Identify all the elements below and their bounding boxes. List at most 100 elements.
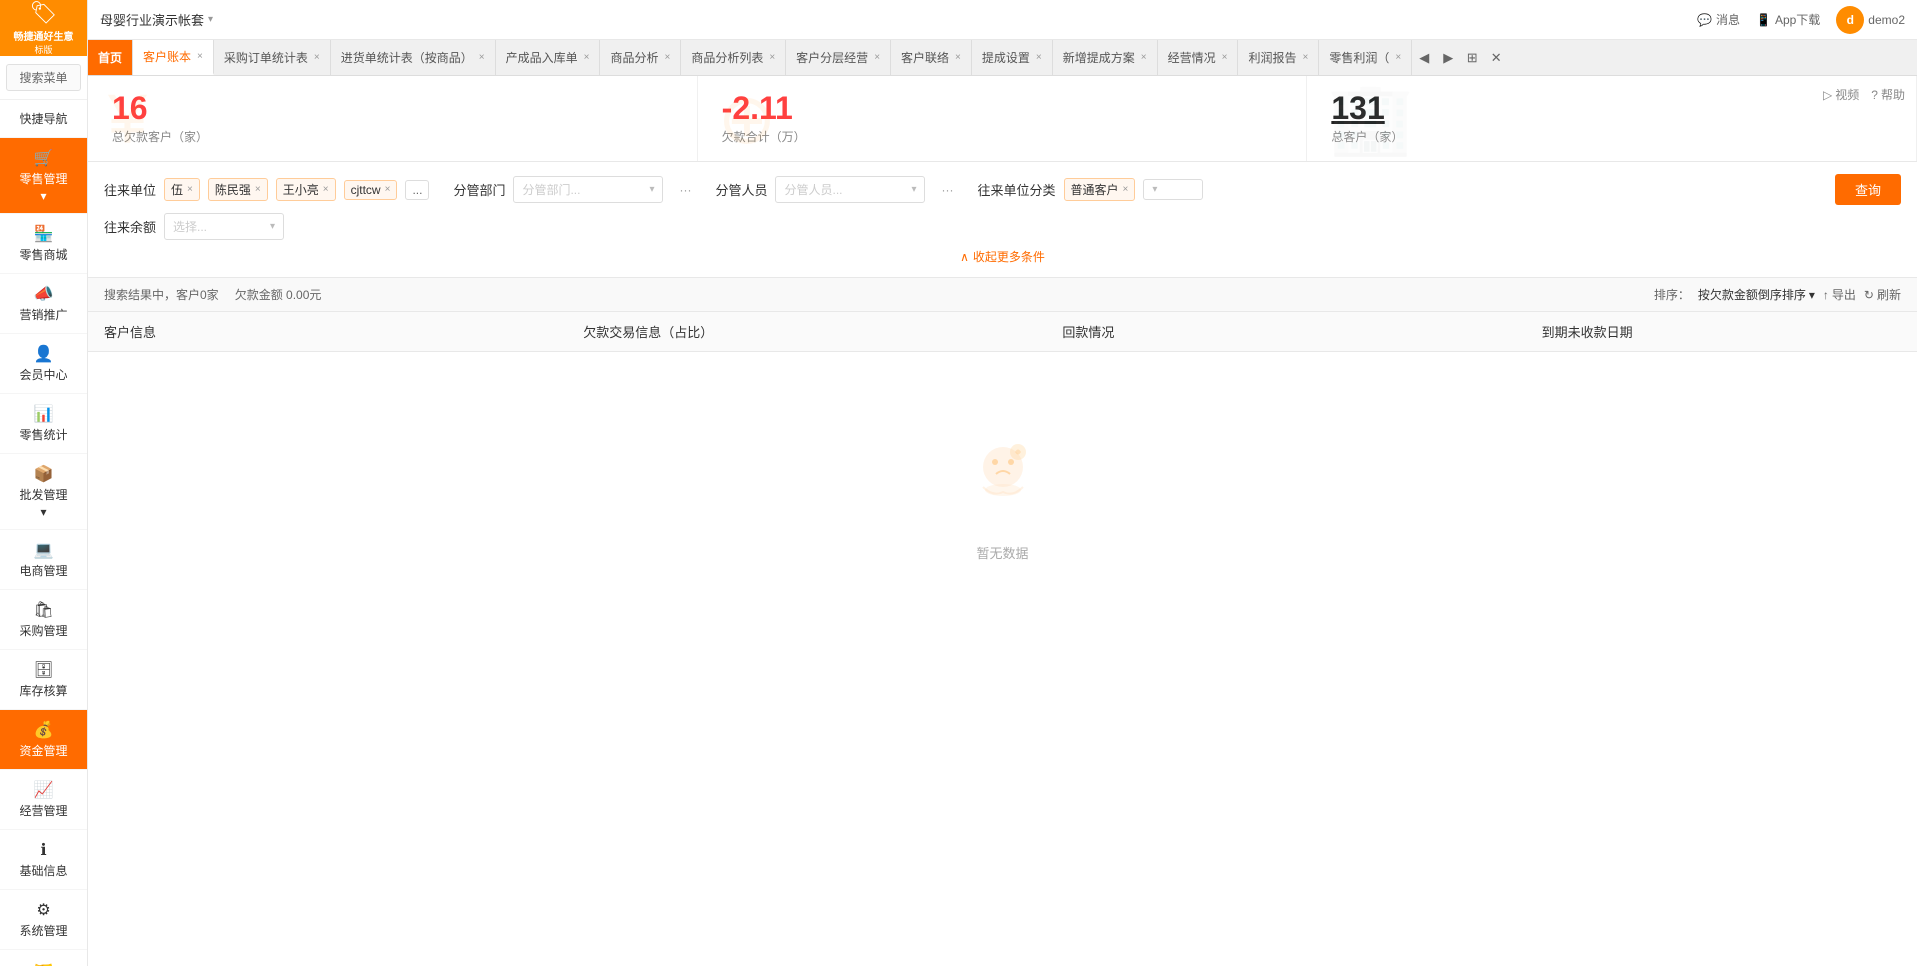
person-more-button[interactable]: ··· [933, 179, 961, 201]
sidebar-item-inventory[interactable]: 🗄 库存核算 [0, 650, 87, 710]
operations-label: 经营管理 [19, 802, 67, 819]
filter-tag-4-text: cjttcw [351, 183, 381, 197]
sidebar-item-operations[interactable]: 📈 经营管理 [0, 770, 87, 830]
sidebar-item-system[interactable]: ⚙ 系统管理 [0, 890, 87, 950]
main-area: 母婴行业演示帐套 ▾ 💬 消息 📱 App下载 d demo2 首页 客户账本 … [88, 0, 1917, 966]
tab-customer-book-close[interactable]: × [197, 51, 203, 62]
person-select[interactable]: 分管人员... ▾ [775, 176, 925, 203]
empty-text: 暂无数据 [976, 543, 1028, 562]
tab-submit-settings[interactable]: 提成设置 × [972, 40, 1053, 75]
tab-prev-button[interactable]: ◀ [1412, 40, 1436, 75]
query-button[interactable]: 查询 [1835, 174, 1901, 205]
help-button[interactable]: ? 帮助 [1871, 86, 1905, 103]
wholesale-icon: 📦 [34, 464, 54, 484]
org-selector[interactable]: 母婴行业演示帐套 ▾ [100, 10, 213, 29]
sidebar-item-retail-mgmt[interactable]: 🛒 零售管理 ▾ [0, 138, 87, 214]
tab-customer-book-label: 客户账本 [143, 48, 191, 65]
tab-profit-report-close[interactable]: × [1302, 52, 1308, 63]
video-button[interactable]: ▷ 视频 [1823, 86, 1859, 103]
tab-cost-inbound[interactable]: 产成品入库单 × [496, 40, 601, 75]
result-summary: 搜索结果中，客户0家 [104, 286, 219, 303]
app-download-button[interactable]: 📱 App下载 [1756, 11, 1820, 28]
marketing-icon: 📣 [34, 284, 54, 304]
tab-customer-contact-close[interactable]: × [955, 52, 961, 63]
tab-new-solution[interactable]: 新增提成方案 × [1053, 40, 1158, 75]
tab-profit-report-label: 利润报告 [1248, 49, 1296, 66]
balance-select[interactable]: 选择... ▾ [164, 213, 284, 240]
filter-tag-1-close[interactable]: × [187, 184, 193, 195]
inventory-icon: 🗄 [33, 660, 53, 680]
tab-profit-report[interactable]: 利润报告 × [1238, 40, 1319, 75]
tab-product-analysis-list[interactable]: 商品分析列表 × [681, 40, 786, 75]
tab-customer-contact[interactable]: 客户联络 × [891, 40, 972, 75]
category-tag-1-close[interactable]: × [1123, 184, 1129, 195]
sidebar-item-purchase[interactable]: 🛍 采购管理 [0, 590, 87, 650]
tab-customer-segment[interactable]: 客户分层经营 × [786, 40, 891, 75]
tab-operation-status-close[interactable]: × [1222, 52, 1228, 63]
sidebar-item-ecommerce[interactable]: 💻 电商管理 [0, 530, 87, 590]
collapse-icon: ∧ [960, 250, 969, 264]
sidebar-item-capital-mgmt[interactable]: 💰 资金管理 [0, 710, 87, 770]
filter-tag-2-close[interactable]: × [255, 184, 261, 195]
org-unit-filter-label: 往来单位 [104, 180, 156, 199]
sidebar-item-wholesale-mgmt[interactable]: 📦 批发管理 ▾ [0, 454, 87, 530]
tab-submit-settings-close[interactable]: × [1036, 52, 1042, 63]
filter-tag-4-close[interactable]: × [385, 184, 391, 195]
category-select[interactable]: ▾ [1143, 179, 1203, 200]
tab-inbound-stats[interactable]: 进货单统计表（按商品） × [331, 40, 496, 75]
tab-customer-segment-close[interactable]: × [874, 52, 880, 63]
collapse-button[interactable]: ∧ 收起更多条件 [960, 248, 1045, 265]
sidebar-item-membership[interactable]: 👤 会员中心 [0, 334, 87, 394]
tab-customer-contact-label: 客户联络 [901, 49, 949, 66]
dept-select[interactable]: 分管部门... ▾ [513, 176, 663, 203]
tab-product-analysis-close[interactable]: × [664, 52, 670, 63]
message-icon: 💬 [1697, 13, 1712, 27]
org-name: 母婴行业演示帐套 [100, 10, 204, 29]
sidebar-item-enterprise-coop[interactable]: 🤝 企业协同 [0, 950, 87, 966]
retail-mgmt-label: 零售管理 [19, 170, 67, 187]
download-icon: 📱 [1756, 13, 1771, 27]
more-tags-button[interactable]: ... [405, 180, 429, 200]
org-chevron: ▾ [208, 14, 213, 25]
tab-purchase-order-label: 采购订单统计表 [224, 49, 308, 66]
system-icon: ⚙ [36, 900, 50, 920]
tab-more-button[interactable]: ⊞ [1460, 40, 1484, 75]
tab-retail-profit[interactable]: 零售利润（ × [1319, 40, 1412, 75]
filter-tag-3-close[interactable]: × [323, 184, 329, 195]
tab-purchase-order-close[interactable]: × [314, 52, 320, 63]
retail-mgmt-arrow: ▾ [40, 189, 46, 203]
tab-next-button[interactable]: ▶ [1436, 40, 1460, 75]
dept-more-button[interactable]: ··· [671, 179, 699, 201]
tab-new-solution-label: 新增提成方案 [1063, 49, 1135, 66]
export-button[interactable]: ↑ 导出 [1823, 286, 1856, 303]
person-chevron: ▾ [911, 184, 916, 195]
sort-select[interactable]: 按欠款金额倒序排序 ▾ [1698, 286, 1815, 303]
sidebar-item-quick-nav[interactable]: 快捷导航 [0, 100, 87, 138]
tab-retail-profit-close[interactable]: × [1395, 52, 1401, 63]
membership-label: 会员中心 [19, 366, 67, 383]
sidebar-item-retail-mall[interactable]: 🏪 零售商城 [0, 214, 87, 274]
tab-new-solution-close[interactable]: × [1141, 52, 1147, 63]
tab-purchase-order[interactable]: 采购订单统计表 × [214, 40, 331, 75]
retail-stats-icon: 📊 [34, 404, 54, 424]
tab-product-analysis-list-close[interactable]: × [769, 52, 775, 63]
tab-operation-status[interactable]: 经营情况 × [1158, 40, 1239, 75]
message-button[interactable]: 💬 消息 [1697, 11, 1740, 28]
tab-bar: 首页 客户账本 × 采购订单统计表 × 进货单统计表（按商品） × 产成品入库单… [88, 40, 1917, 76]
logo-sub: 标版 [34, 43, 52, 56]
sidebar-search[interactable]: 搜索菜单 [0, 56, 87, 100]
refresh-button[interactable]: ↻ 刷新 [1864, 286, 1901, 303]
search-menu-button[interactable]: 搜索菜单 [6, 64, 81, 91]
sidebar-item-basic-info[interactable]: ℹ 基础信息 [0, 830, 87, 890]
tab-cost-inbound-close[interactable]: × [584, 52, 590, 63]
sidebar-item-retail-stats[interactable]: 📊 零售统计 [0, 394, 87, 454]
tab-product-analysis[interactable]: 商品分析 × [600, 40, 681, 75]
sidebar-logo: 🏷 畅捷通好生意 标版 [0, 0, 87, 56]
sidebar-item-marketing[interactable]: 📣 营销推广 [0, 274, 87, 334]
tab-inbound-stats-close[interactable]: × [479, 52, 485, 63]
wholesale-label: 批发管理 [19, 486, 67, 503]
user-profile-button[interactable]: d demo2 [1836, 6, 1905, 34]
tab-home[interactable]: 首页 [88, 40, 133, 75]
tab-close-all-button[interactable]: ✕ [1484, 40, 1508, 75]
tab-customer-book[interactable]: 客户账本 × [133, 40, 214, 75]
